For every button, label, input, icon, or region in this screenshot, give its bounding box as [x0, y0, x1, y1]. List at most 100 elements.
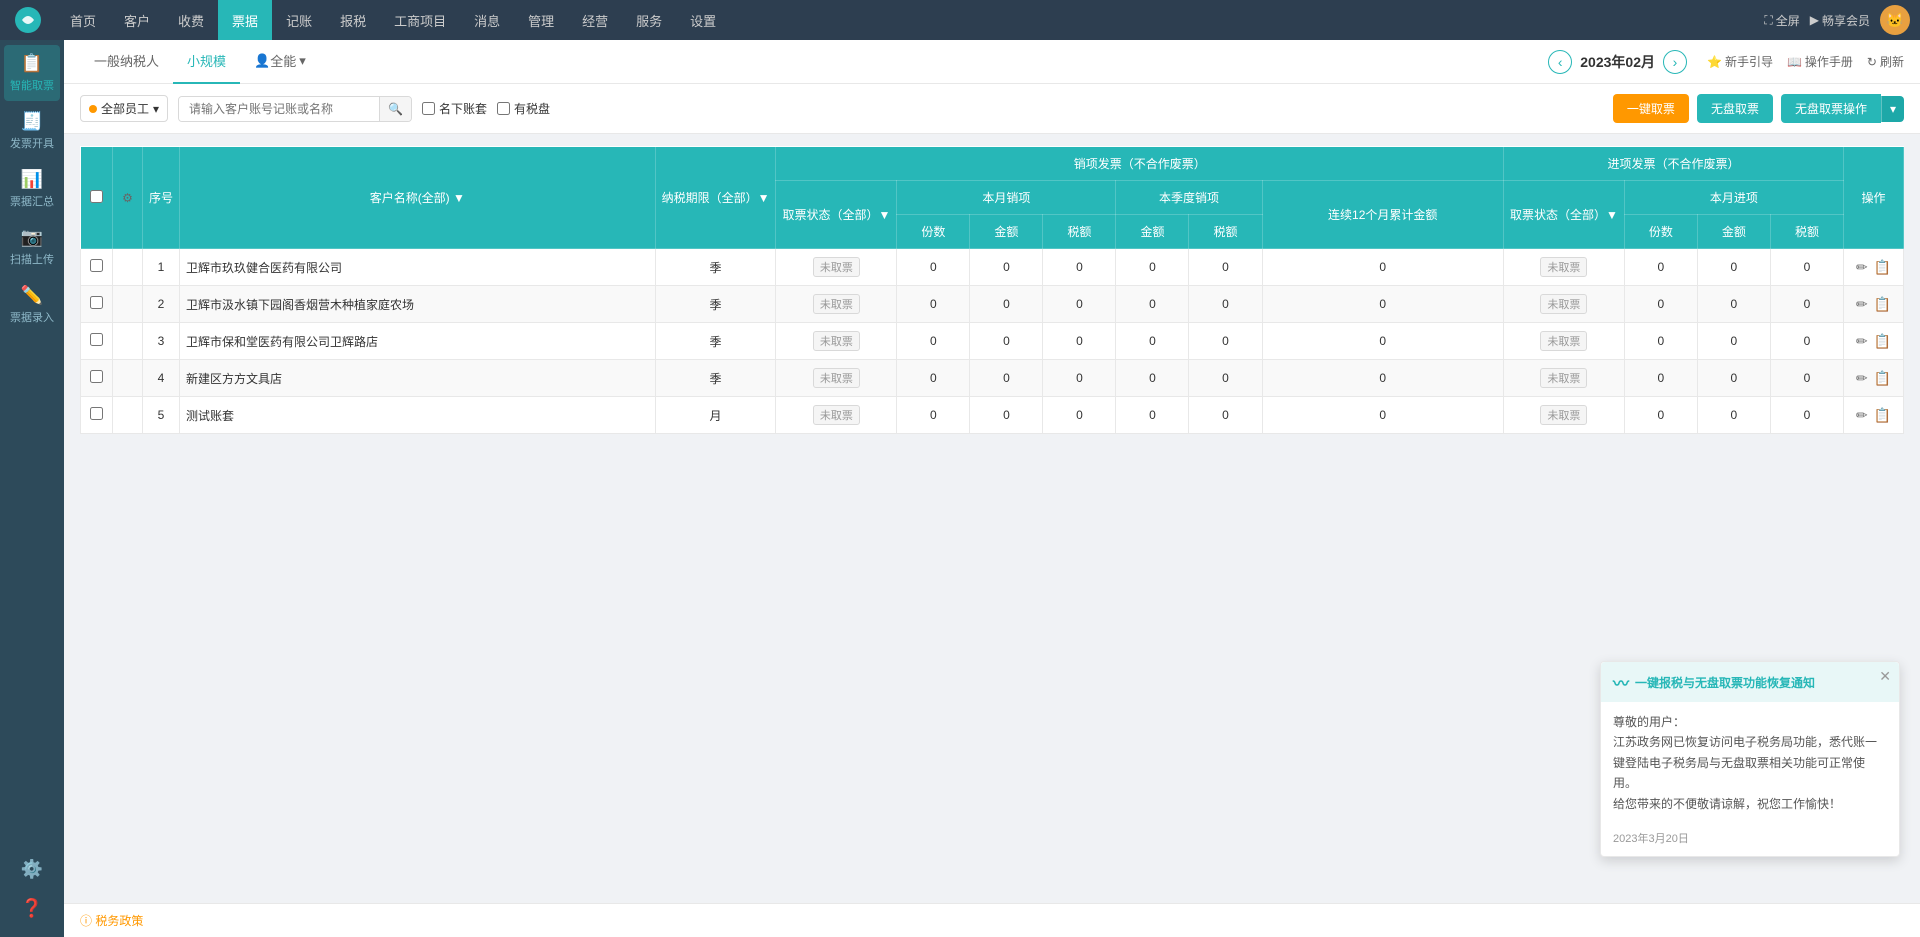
tab-general-taxpayer[interactable]: 一般纳税人	[80, 40, 173, 84]
row-purchase-month-tax: 0	[1770, 286, 1843, 323]
new-guide-link[interactable]: ⭐ 新手引导	[1707, 53, 1773, 70]
row-view-icon[interactable]: 📋	[1874, 296, 1891, 313]
row-sales-month-count: 0	[897, 323, 970, 360]
row-cumulative: 0	[1262, 360, 1503, 397]
refresh-link[interactable]: ↻ 刷新	[1867, 53, 1904, 70]
tab-all-capable[interactable]: 👤 全能 ▾	[240, 40, 320, 84]
search-input[interactable]	[179, 97, 379, 121]
row-view-icon[interactable]: 📋	[1874, 259, 1891, 276]
row-sales-month-amount: 0	[970, 397, 1043, 434]
row-num: 1	[143, 249, 180, 286]
row-view-icon[interactable]: 📋	[1874, 370, 1891, 387]
nav-tickets[interactable]: 票据	[218, 0, 272, 40]
table-row: 3 卫辉市保和堂医药有限公司卫辉路店 季 未取票 0 0 0 0 0 0 未取票…	[81, 323, 1904, 360]
nav-settings[interactable]: 设置	[676, 0, 730, 40]
tab-small-scale[interactable]: 小规模	[173, 40, 240, 84]
row-tax-period: 季	[655, 360, 776, 397]
sidebar-item-help[interactable]: ❓	[4, 890, 60, 927]
row-edit-icon[interactable]: ✏	[1856, 296, 1868, 313]
row-edit-icon[interactable]: ✏	[1856, 370, 1868, 387]
row-view-icon[interactable]: 📋	[1874, 407, 1891, 424]
row-purchase-month-count: 0	[1624, 397, 1697, 434]
fullscreen-button[interactable]: ⛶ 全屏	[1764, 12, 1799, 29]
popup-body: 尊敬的用户： 江苏政务网已恢复访问电子税务局功能，悉代账一键登陆电子税务局与无盘…	[1601, 702, 1899, 824]
th-purchase-status[interactable]: 取票状态（全部）▼	[1503, 181, 1624, 249]
no-disk-ops-dropdown-button[interactable]: ▾	[1881, 96, 1904, 122]
row-cumulative: 0	[1262, 286, 1503, 323]
row-checkbox-3[interactable]	[90, 370, 103, 383]
row-checkbox-0[interactable]	[90, 259, 103, 272]
has-tax-disk-checkbox[interactable]	[497, 102, 510, 115]
date-next-button[interactable]: ›	[1663, 50, 1687, 74]
employee-filter[interactable]: 全部员工 ▾	[80, 95, 168, 122]
nav-clients[interactable]: 客户	[110, 0, 164, 40]
row-checkbox-4[interactable]	[90, 407, 103, 420]
row-purchase-month-tax: 0	[1770, 249, 1843, 286]
nav-manage[interactable]: 管理	[514, 0, 568, 40]
own-accounts-checkbox[interactable]	[422, 102, 435, 115]
row-checkbox-2[interactable]	[90, 333, 103, 346]
help-icon: ❓	[21, 898, 43, 919]
popup-title: 一键报税与无盘取票功能恢复通知	[1635, 674, 1815, 691]
row-sales-month-amount: 0	[970, 323, 1043, 360]
row-checkbox-1[interactable]	[90, 296, 103, 309]
date-prev-button[interactable]: ‹	[1548, 50, 1572, 74]
tax-policy-link[interactable]: ⓘ 税务政策	[80, 914, 143, 928]
popup-close-button[interactable]: ✕	[1879, 668, 1891, 685]
one-key-ticket-button[interactable]: 一键取票	[1613, 94, 1689, 123]
row-edit-icon[interactable]: ✏	[1856, 259, 1868, 276]
th-sales-status[interactable]: 取票状态（全部）▼	[776, 181, 897, 249]
user-avatar[interactable]: 🐱	[1880, 5, 1910, 35]
has-tax-disk-filter[interactable]: 有税盘	[497, 100, 550, 117]
row-sales-status: 未取票	[776, 249, 897, 286]
row-sales-month-amount: 0	[970, 249, 1043, 286]
new-guide-icon: ⭐	[1707, 55, 1722, 69]
row-sales-status: 未取票	[776, 360, 897, 397]
nav-home[interactable]: 首页	[56, 0, 110, 40]
invoice-entry-icon: ✏️	[21, 285, 43, 306]
th-client-name[interactable]: 客户名称(全部) ▼	[180, 147, 656, 249]
info-icon: ⓘ	[80, 914, 95, 928]
member-button[interactable]: ▶ 畅享会员	[1810, 12, 1870, 29]
row-sales-month-count: 0	[897, 249, 970, 286]
sidebar-item-smart-ticket[interactable]: 📋 智能取票	[4, 45, 60, 101]
th-tax-period[interactable]: 纳税期限（全部）▼	[655, 147, 776, 249]
row-actions-cell: ✏ 📋	[1844, 323, 1904, 360]
nav-business[interactable]: 工商项目	[380, 0, 460, 40]
search-button[interactable]: 🔍	[379, 97, 411, 121]
sidebar-item-scan-upload[interactable]: 📷 扫描上传	[4, 219, 60, 275]
nav-accounting[interactable]: 记账	[272, 0, 326, 40]
th-purchase-group: 进项发票（不合作废票）	[1503, 147, 1843, 181]
smart-ticket-icon: 📋	[21, 53, 43, 74]
nav-menu: 首页 客户 收费 票据 记账 报税 工商项目 消息 管理 经营 服务 设置	[56, 0, 1764, 40]
nav-tax[interactable]: 报税	[326, 0, 380, 40]
tab-all-dropdown-icon: ▾	[299, 53, 306, 69]
sidebar-item-invoice-entry[interactable]: ✏️ 票据录入	[4, 277, 60, 333]
no-disk-ticket-button[interactable]: 无盘取票	[1697, 94, 1773, 123]
sidebar-item-settings[interactable]: ⚙️	[4, 851, 60, 888]
row-edit-icon[interactable]: ✏	[1856, 333, 1868, 350]
sidebar-item-invoice-summary[interactable]: 📊 票据汇总	[4, 161, 60, 217]
row-view-icon[interactable]: 📋	[1874, 333, 1891, 350]
row-purchase-month-count: 0	[1624, 360, 1697, 397]
row-actions-cell: ✏ 📋	[1844, 397, 1904, 434]
nav-services[interactable]: 服务	[622, 0, 676, 40]
row-purchase-month-tax: 0	[1770, 323, 1843, 360]
row-sales-month-count: 0	[897, 397, 970, 434]
nav-billing[interactable]: 收费	[164, 0, 218, 40]
manual-link[interactable]: 📖 操作手册	[1787, 53, 1853, 70]
client-search-box: 🔍	[178, 96, 412, 122]
row-tax-period: 季	[655, 286, 776, 323]
no-disk-ops-main-button[interactable]: 无盘取票操作	[1781, 94, 1881, 123]
app-logo	[10, 2, 46, 38]
sidebar-item-invoice-open[interactable]: 🧾 发票开具	[4, 103, 60, 159]
th-sales-month-tax: 税额	[1043, 215, 1116, 249]
select-all-checkbox[interactable]	[90, 190, 103, 203]
own-accounts-filter[interactable]: 名下账套	[422, 100, 487, 117]
row-edit-icon[interactable]: ✏	[1856, 407, 1868, 424]
nav-messages[interactable]: 消息	[460, 0, 514, 40]
table-settings-icon[interactable]: ⚙	[122, 191, 133, 205]
row-purchase-status: 未取票	[1503, 249, 1624, 286]
th-checkbox	[81, 147, 113, 249]
nav-operations[interactable]: 经营	[568, 0, 622, 40]
